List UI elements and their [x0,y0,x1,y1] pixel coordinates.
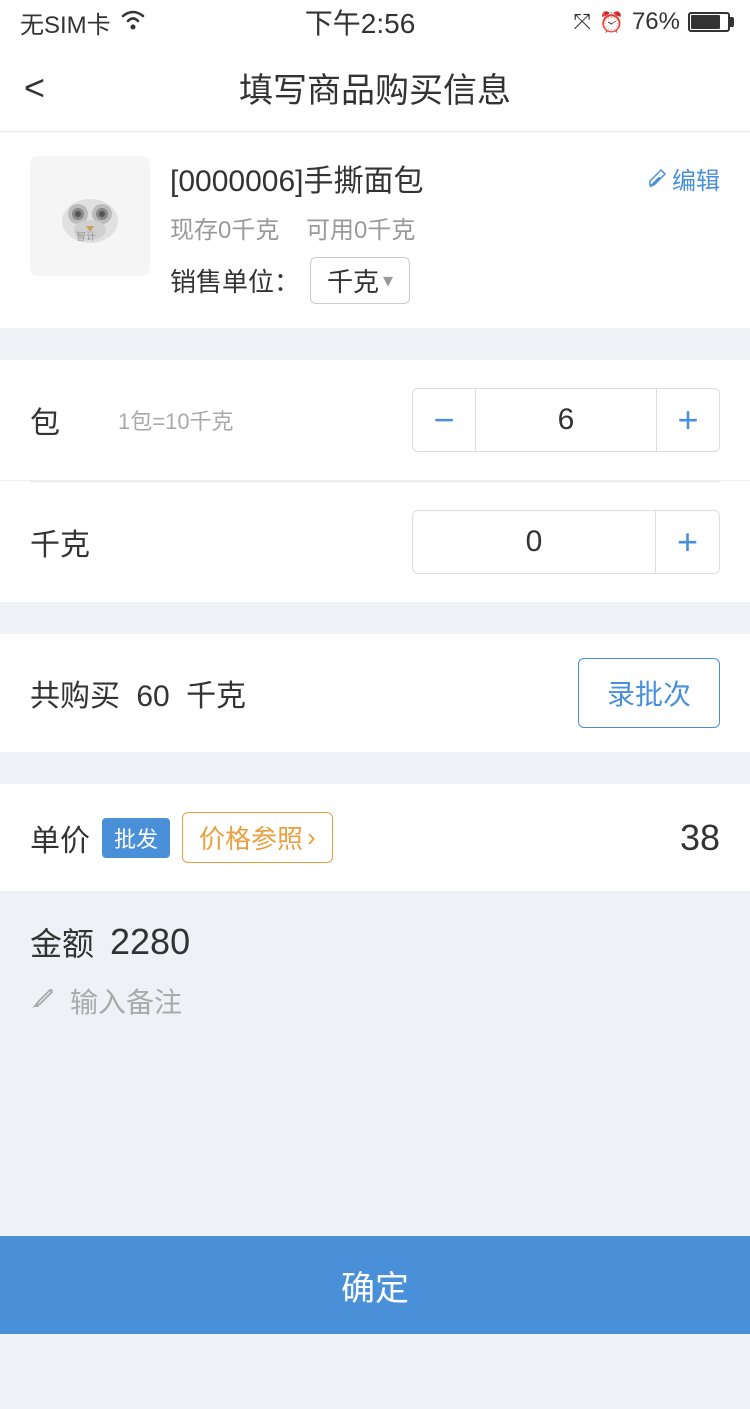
bag-minus-button[interactable]: − [412,388,476,452]
batch-button[interactable]: 录批次 [578,658,720,728]
bag-row: 包 1包=10千克 − + [0,360,750,481]
edit-label: 编辑 [672,161,720,196]
status-carrier: 无SIM卡 [20,5,147,40]
note-row[interactable]: 输入备注 [30,981,720,1021]
svg-text:智计: 智计 [76,230,96,243]
wifi-icon [119,8,147,37]
unit-label: 销售单位： [170,262,300,299]
price-value: 38 [680,817,720,859]
price-section: 单价 批发 价格参照 › 38 [0,784,750,891]
note-placeholder[interactable]: 输入备注 [70,981,182,1021]
kg-label: 千克 [30,520,110,564]
separator-1 [0,344,750,360]
battery-text: 76% [632,8,680,36]
bag-qty-input[interactable] [476,388,656,452]
back-button[interactable]: < [24,67,45,109]
amount-row: 金额 2280 [30,919,720,965]
amount-label: 金额 [30,919,94,965]
kg-qty-control: + [412,510,720,574]
stock-current: 现存0千克 [170,217,279,244]
product-unit-row: 销售单位： 千克 ▾ [170,257,720,304]
bag-label: 包 [30,398,110,442]
carrier-text: 无SIM卡 [20,5,111,40]
location-icon: ⤧ [573,9,591,35]
price-ref-arrow: › [307,822,316,853]
bag-sub-label: 1包=10千克 [118,404,234,436]
status-indicators: ⤧ ⏰ 76% [573,8,730,36]
nav-bar: < 填写商品购买信息 [0,44,750,132]
kg-qty-input[interactable] [412,510,656,574]
price-tag: 批发 [102,818,170,858]
bag-qty-control: − + [412,388,720,452]
unit-select[interactable]: 千克 ▾ [310,257,410,304]
pencil-icon [30,984,58,1019]
battery-icon [688,12,730,32]
product-image: 智计 [30,156,150,276]
separator-3 [0,768,750,784]
kg-plus-button[interactable]: + [656,510,720,574]
price-label: 单价 [30,816,90,860]
unit-value: 千克 [327,262,379,299]
price-row: 单价 批发 价格参照 › 38 [30,812,720,863]
price-ref-label: 价格参照 [199,819,303,856]
unit-dropdown-icon: ▾ [383,268,393,293]
kg-row: 千克 + [0,482,750,602]
separator-2 [0,618,750,634]
product-stock: 现存0千克 可用0千克 [170,210,720,245]
total-text: 共购买 60 千克 [30,671,246,715]
total-unit: 千克 [186,680,246,713]
total-label: 共购买 [30,680,120,713]
edit-button[interactable]: 编辑 [646,161,720,196]
stock-available: 可用0千克 [306,217,415,244]
amount-value: 2280 [110,921,190,963]
form-section: 包 1包=10千克 − + 千克 + [0,360,750,602]
product-card: 智计 [0000006]手撕面包 编辑 现存0千克 可用0千克 销售单位： 千克… [0,132,750,328]
status-time: 下午2:56 [305,2,416,42]
bag-plus-button[interactable]: + [656,388,720,452]
price-ref-button[interactable]: 价格参照 › [182,812,333,863]
product-name-row: [0000006]手撕面包 编辑 [170,156,720,200]
total-section: 共购买 60 千克 录批次 [0,634,750,752]
alarm-icon: ⏰ [599,10,624,35]
edit-icon [646,167,668,189]
page-title: 填写商品购买信息 [239,63,511,112]
product-name: [0000006]手撕面包 [170,156,423,200]
total-qty: 60 [136,680,169,713]
amount-section: 金额 2280 输入备注 [0,891,750,1049]
status-bar: 无SIM卡 下午2:56 ⤧ ⏰ 76% [0,0,750,44]
product-info: [0000006]手撕面包 编辑 现存0千克 可用0千克 销售单位： 千克 ▾ [170,156,720,304]
confirm-button[interactable]: 确定 [0,1236,750,1334]
confirm-label: 确定 [341,1261,409,1310]
product-logo: 智计 [50,186,130,246]
empty-area [0,1049,750,1409]
